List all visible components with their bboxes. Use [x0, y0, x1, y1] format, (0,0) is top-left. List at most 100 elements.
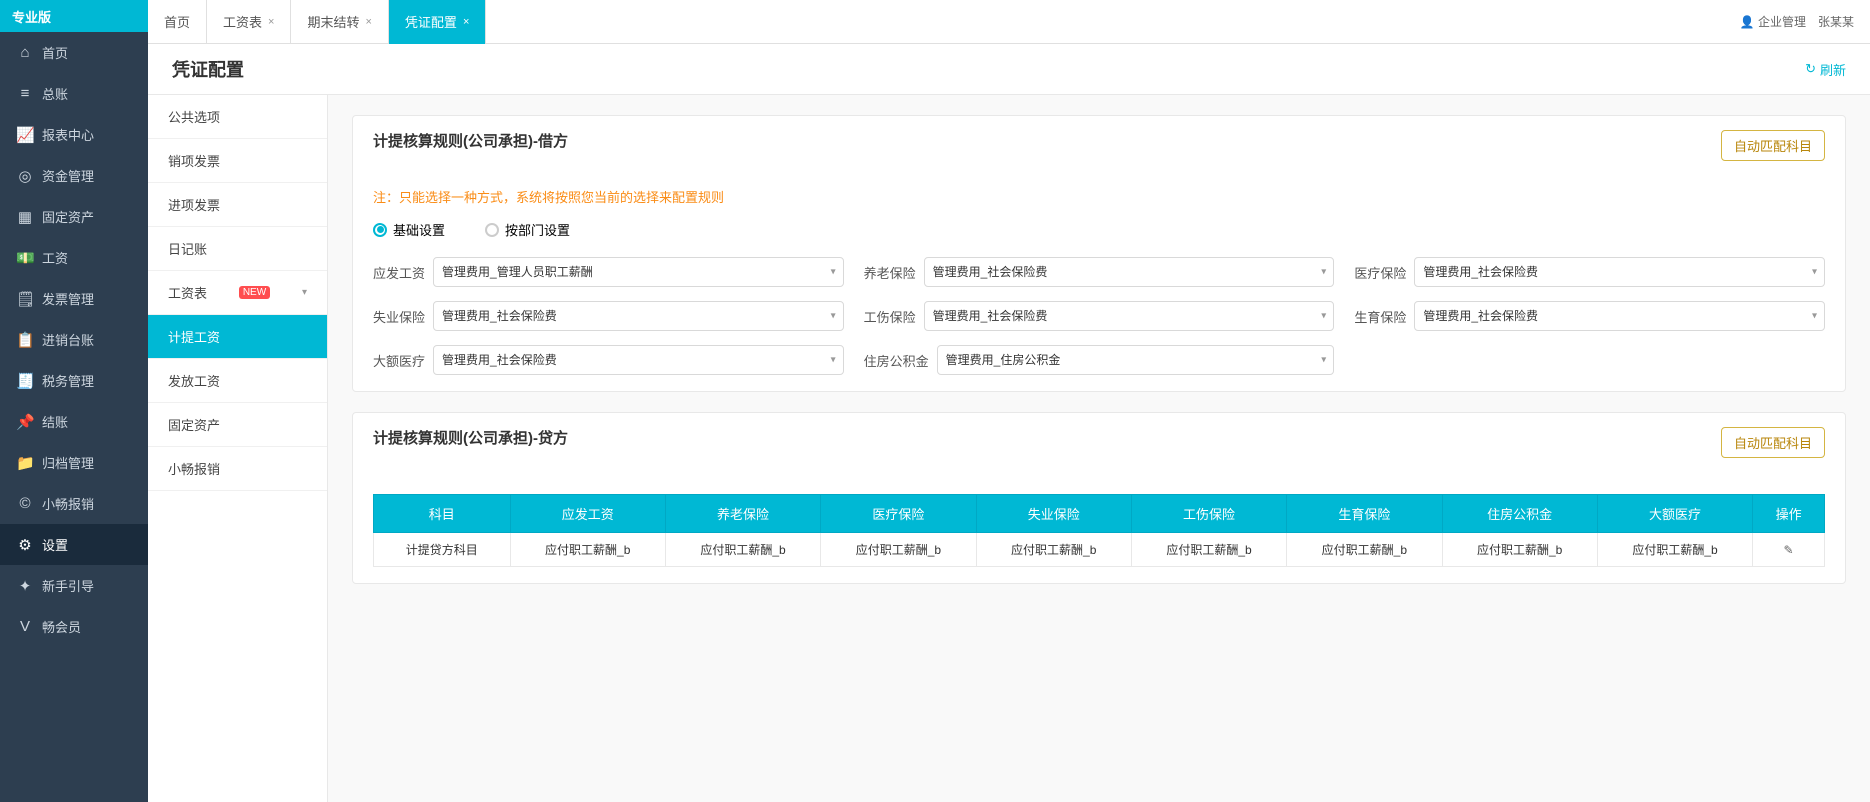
section2-top: 计提核算规则(公司承担)-贷方 自动匹配科目 [353, 413, 1845, 468]
td-injury-val: 应付职工薪酬_b [1131, 533, 1286, 567]
salary-icon: 💵 [16, 249, 34, 267]
refresh-icon: ↻ [1805, 61, 1816, 77]
sidebar-item-label: 税务管理 [42, 371, 94, 390]
left-nav-label: 小畅报销 [168, 459, 220, 478]
invoice-icon: 🗒 [16, 290, 34, 308]
left-nav-label: 公共选项 [168, 107, 220, 126]
field-select-6[interactable]: 管理费用_社会保险费 [433, 345, 844, 375]
sidebar-item-fund-management[interactable]: ◎ 资金管理 [0, 155, 148, 196]
page-title: 凭证配置 [172, 56, 244, 82]
refresh-button[interactable]: ↻ 刷新 [1805, 60, 1846, 79]
field-select-4[interactable]: 管理费用_社会保险费 [924, 301, 1335, 331]
td-housing-val: 应付职工薪酬_b [1442, 533, 1597, 567]
sidebar-item-salary[interactable]: 💵 工资 [0, 237, 148, 278]
field-select-5[interactable]: 管理费用_社会保险费 [1414, 301, 1825, 331]
field-select-2[interactable]: 管理费用_社会保险费 [1414, 257, 1825, 287]
tab-payroll-label: 工资表 [223, 12, 262, 31]
left-nav-label: 计提工资 [168, 327, 220, 346]
radio-dept[interactable]: 按部门设置 [485, 220, 570, 239]
field-select-0[interactable]: 管理费用_管理人员职工薪酬 [433, 257, 844, 287]
left-nav-label: 销项发票 [168, 151, 220, 170]
app-logo: 专业版 [0, 0, 148, 32]
left-nav: 公共选项 销项发票 进项发票 日记账 工资表 NEW ▾ 计提工资 发放工资 [148, 95, 328, 802]
left-nav-payroll-table[interactable]: 工资表 NEW ▾ [148, 271, 327, 315]
section-credit: 计提核算规则(公司承担)-贷方 自动匹配科目 科目 应发工资 养老保险 医疗保险… [352, 412, 1846, 584]
left-nav-fixed-assets[interactable]: 固定资产 [148, 403, 327, 447]
sidebar-item-label: 发票管理 [42, 289, 94, 308]
tab-period-closing[interactable]: 期末结转 × [291, 0, 388, 44]
tab-voucher-close[interactable]: × [463, 16, 469, 28]
settings-icon: ⚙ [16, 536, 34, 554]
sidebar-item-settings[interactable]: ⚙ 设置 [0, 524, 148, 565]
tab-payroll[interactable]: 工资表 × [207, 0, 291, 44]
topbar: 首页 工资表 × 期末结转 × 凭证配置 × 👤 企业管理 张某某 [148, 0, 1870, 44]
tab-voucher-config[interactable]: 凭证配置 × [389, 0, 486, 44]
section1-top: 计提核算规则(公司承担)-借方 自动匹配科目 [353, 116, 1845, 171]
sidebar: 专业版 ⌂ 首页 ≡ 总账 📈 报表中心 ◎ 资金管理 ▦ 固定资产 💵 工资 … [0, 0, 148, 802]
sidebar-item-fixed-assets[interactable]: ▦ 固定资产 [0, 196, 148, 237]
field-select-1[interactable]: 管理费用_社会保险费 [924, 257, 1335, 287]
chevron-down-icon: ▾ [302, 287, 307, 298]
sidebar-item-label: 设置 [42, 535, 68, 554]
left-nav-petty-cash[interactable]: 小畅报销 [148, 447, 327, 491]
sidebar-item-general-ledger[interactable]: ≡ 总账 [0, 73, 148, 114]
sidebar-item-purchase-sales[interactable]: 📋 进销台账 [0, 319, 148, 360]
tab-payroll-close[interactable]: × [268, 16, 274, 28]
sidebar-item-expense-report[interactable]: © 小畅报销 [0, 483, 148, 524]
form-item-1: 养老保险 管理费用_社会保险费 ▾ [864, 257, 1335, 287]
auto-match-button-2[interactable]: 自动匹配科目 [1721, 427, 1825, 458]
th-subject: 科目 [374, 495, 511, 533]
field-select-3[interactable]: 管理费用_社会保险费 [433, 301, 844, 331]
left-nav-purchase-invoice[interactable]: 进项发票 [148, 183, 327, 227]
sidebar-item-label: 工资 [42, 248, 68, 267]
section2-title: 计提核算规则(公司承担)-贷方 [373, 427, 568, 448]
auto-match-button-1[interactable]: 自动匹配科目 [1721, 130, 1825, 161]
user-name: 张某某 [1818, 13, 1854, 30]
purchase-icon: 📋 [16, 331, 34, 349]
sidebar-item-label: 报表中心 [42, 125, 94, 144]
radio-group: 基础设置 按部门设置 [373, 220, 1825, 239]
tab-period-close[interactable]: × [365, 16, 371, 28]
field-label-1: 养老保险 [864, 263, 916, 282]
left-nav-label: 固定资产 [168, 415, 220, 434]
left-nav-journal[interactable]: 日记账 [148, 227, 327, 271]
closing-icon: 📌 [16, 413, 34, 431]
field-select-7[interactable]: 管理费用_住房公积金 [937, 345, 1335, 375]
form-item-4: 工伤保险 管理费用_社会保险费 ▾ [864, 301, 1335, 331]
select-wrapper-1: 管理费用_社会保险费 ▾ [924, 257, 1335, 287]
select-wrapper-0: 管理费用_管理人员职工薪酬 ▾ [433, 257, 844, 287]
left-nav-sales-invoice[interactable]: 销项发票 [148, 139, 327, 183]
left-nav-public-options[interactable]: 公共选项 [148, 95, 327, 139]
sidebar-item-tax-management[interactable]: 🧾 税务管理 [0, 360, 148, 401]
ledger-icon: ≡ [16, 85, 34, 102]
th-housing: 住房公积金 [1442, 495, 1597, 533]
sidebar-item-closing[interactable]: 📌 结账 [0, 401, 148, 442]
report-icon: 📈 [16, 126, 34, 144]
archive-icon: 📁 [16, 454, 34, 472]
th-action: 操作 [1753, 495, 1825, 533]
radio-basic[interactable]: 基础设置 [373, 220, 445, 239]
sidebar-item-archive[interactable]: 📁 归档管理 [0, 442, 148, 483]
left-nav-pay-salary[interactable]: 发放工资 [148, 359, 327, 403]
home-icon: ⌂ [16, 44, 34, 61]
form-item-2: 医疗保险 管理费用_社会保险费 ▾ [1354, 257, 1825, 287]
sidebar-item-home[interactable]: ⌂ 首页 [0, 32, 148, 73]
field-label-3: 失业保险 [373, 307, 425, 326]
td-action-btn[interactable]: ✎ [1753, 533, 1825, 567]
select-wrapper-4: 管理费用_社会保险费 ▾ [924, 301, 1335, 331]
sidebar-item-label: 首页 [42, 43, 68, 62]
sidebar-item-invoice-management[interactable]: 🗒 发票管理 [0, 278, 148, 319]
left-nav-calc-payroll[interactable]: 计提工资 [148, 315, 327, 359]
field-label-0: 应发工资 [373, 263, 425, 282]
fund-icon: ◎ [16, 167, 34, 185]
tab-period-label: 期末结转 [307, 12, 359, 31]
td-medical-val: 应付职工薪酬_b [821, 533, 976, 567]
guide-icon: ✦ [16, 577, 34, 595]
sidebar-item-member[interactable]: V 畅会员 [0, 606, 148, 647]
left-nav-label: 工资表 [168, 283, 207, 302]
tab-home[interactable]: 首页 [148, 0, 207, 44]
select-wrapper-3: 管理费用_社会保险费 ▾ [433, 301, 844, 331]
sidebar-item-guide[interactable]: ✦ 新手引导 [0, 565, 148, 606]
sidebar-item-report-center[interactable]: 📈 报表中心 [0, 114, 148, 155]
section1-body: 注：只能选择一种方式，系统将按照您当前的选择来配置规则 基础设置 按部门设置 [353, 171, 1845, 391]
